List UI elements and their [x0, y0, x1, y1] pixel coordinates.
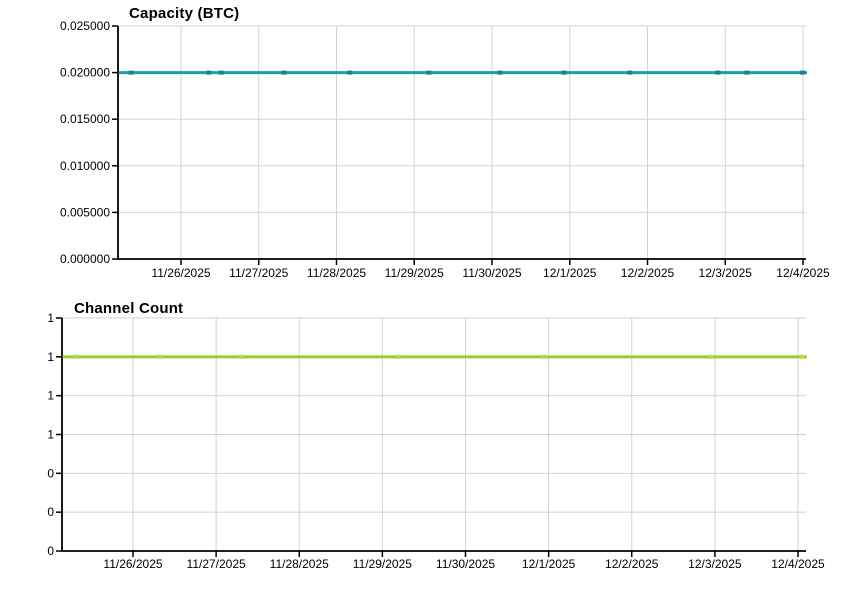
- tick-labels: 0.025000 0.020000 0.015000 0.010000 0.005000…: [60, 19, 830, 280]
- capacity-plot: 0.025000 0.020000 0.015000 0.010000 0.005000…: [60, 19, 830, 280]
- capacity-btc-marker: [497, 70, 503, 75]
- channel-count-marker: [541, 354, 547, 359]
- capacity-btc-marker: [800, 70, 806, 75]
- tick-marks: [112, 25, 804, 265]
- series: [62, 354, 807, 359]
- y-tick-label: 0: [47, 505, 54, 519]
- capacity-btc-marker: [561, 70, 567, 75]
- y-tick-label: 0.020000: [60, 66, 110, 80]
- series: [118, 70, 807, 75]
- tick-labels: 1 1 1 1 0 0 0 11/26/2025 11/27/2025 11/28/2025 11/…: [47, 311, 825, 571]
- gridlines: [62, 317, 806, 552]
- x-tick-label: 12/1/2025: [522, 557, 576, 571]
- y-tick-label: 0: [47, 466, 54, 480]
- capacity-btc-marker: [206, 70, 212, 75]
- capacity-btc-marker: [627, 70, 633, 75]
- channel-count-marker: [799, 354, 805, 359]
- capacity-btc-marker: [715, 70, 721, 75]
- y-tick-label: 0.025000: [60, 19, 110, 33]
- capacity-btc-marker: [128, 70, 134, 75]
- x-tick-label: 12/3/2025: [688, 557, 742, 571]
- capacity-btc-marker: [744, 70, 750, 75]
- x-tick-label: 11/30/2025: [436, 557, 495, 571]
- y-tick-label: 1: [47, 350, 54, 364]
- capacity-chart-title: Capacity (BTC): [129, 5, 240, 22]
- x-tick-label: 12/2/2025: [605, 557, 659, 571]
- capacity-btc-marker: [347, 70, 353, 75]
- x-tick-label: 12/4/2025: [771, 557, 825, 571]
- capacity-chart: Capacity (BTC) 0.025000 0.020000 0.015000 0…: [0, 0, 860, 290]
- x-tick-label: 11/27/2025: [187, 557, 246, 571]
- charts-page: Capacity (BTC) 0.025000 0.020000 0.015000 0…: [0, 0, 860, 600]
- channel-count-marker: [157, 354, 163, 359]
- capacity-btc-marker: [218, 70, 224, 75]
- x-tick-label: 12/2/2025: [621, 266, 675, 280]
- channel-count-marker: [395, 354, 401, 359]
- y-tick-label: 0.010000: [60, 159, 110, 173]
- x-tick-label: 11/26/2025: [151, 266, 210, 280]
- y-tick-label: 1: [47, 389, 54, 403]
- channel-count-chart: Channel Count 1 1 1 1 0 0 0 11/26/2025 11/27/202…: [0, 290, 860, 600]
- channel-count-chart-title: Channel Count: [74, 300, 184, 317]
- x-tick-label: 11/26/2025: [103, 557, 162, 571]
- channel-count-marker: [73, 354, 79, 359]
- channel-count-marker: [238, 354, 244, 359]
- x-tick-label: 11/27/2025: [229, 266, 288, 280]
- y-tick-label: 0.000000: [60, 252, 110, 266]
- x-tick-label: 11/30/2025: [462, 266, 521, 280]
- y-tick-label: 0.005000: [60, 205, 110, 219]
- capacity-btc-marker: [426, 70, 432, 75]
- x-tick-label: 11/29/2025: [385, 266, 444, 280]
- x-tick-label: 12/4/2025: [776, 266, 830, 280]
- gridlines: [118, 25, 806, 260]
- channel-count-marker: [708, 354, 714, 359]
- y-tick-label: 0: [47, 544, 54, 558]
- axes: [117, 26, 806, 260]
- x-tick-label: 11/29/2025: [353, 557, 412, 571]
- y-tick-label: 1: [47, 311, 54, 325]
- channel-count-plot: 1 1 1 1 0 0 0 11/26/2025 11/27/2025 11/28/2025 11/…: [47, 311, 825, 571]
- x-tick-label: 11/28/2025: [270, 557, 329, 571]
- capacity-btc-marker: [281, 70, 287, 75]
- x-tick-label: 12/3/2025: [699, 266, 753, 280]
- y-tick-label: 1: [47, 428, 54, 442]
- x-tick-label: 11/28/2025: [307, 266, 366, 280]
- y-tick-label: 0.015000: [60, 112, 110, 126]
- x-tick-label: 12/1/2025: [543, 266, 597, 280]
- tick-marks: [56, 317, 799, 557]
